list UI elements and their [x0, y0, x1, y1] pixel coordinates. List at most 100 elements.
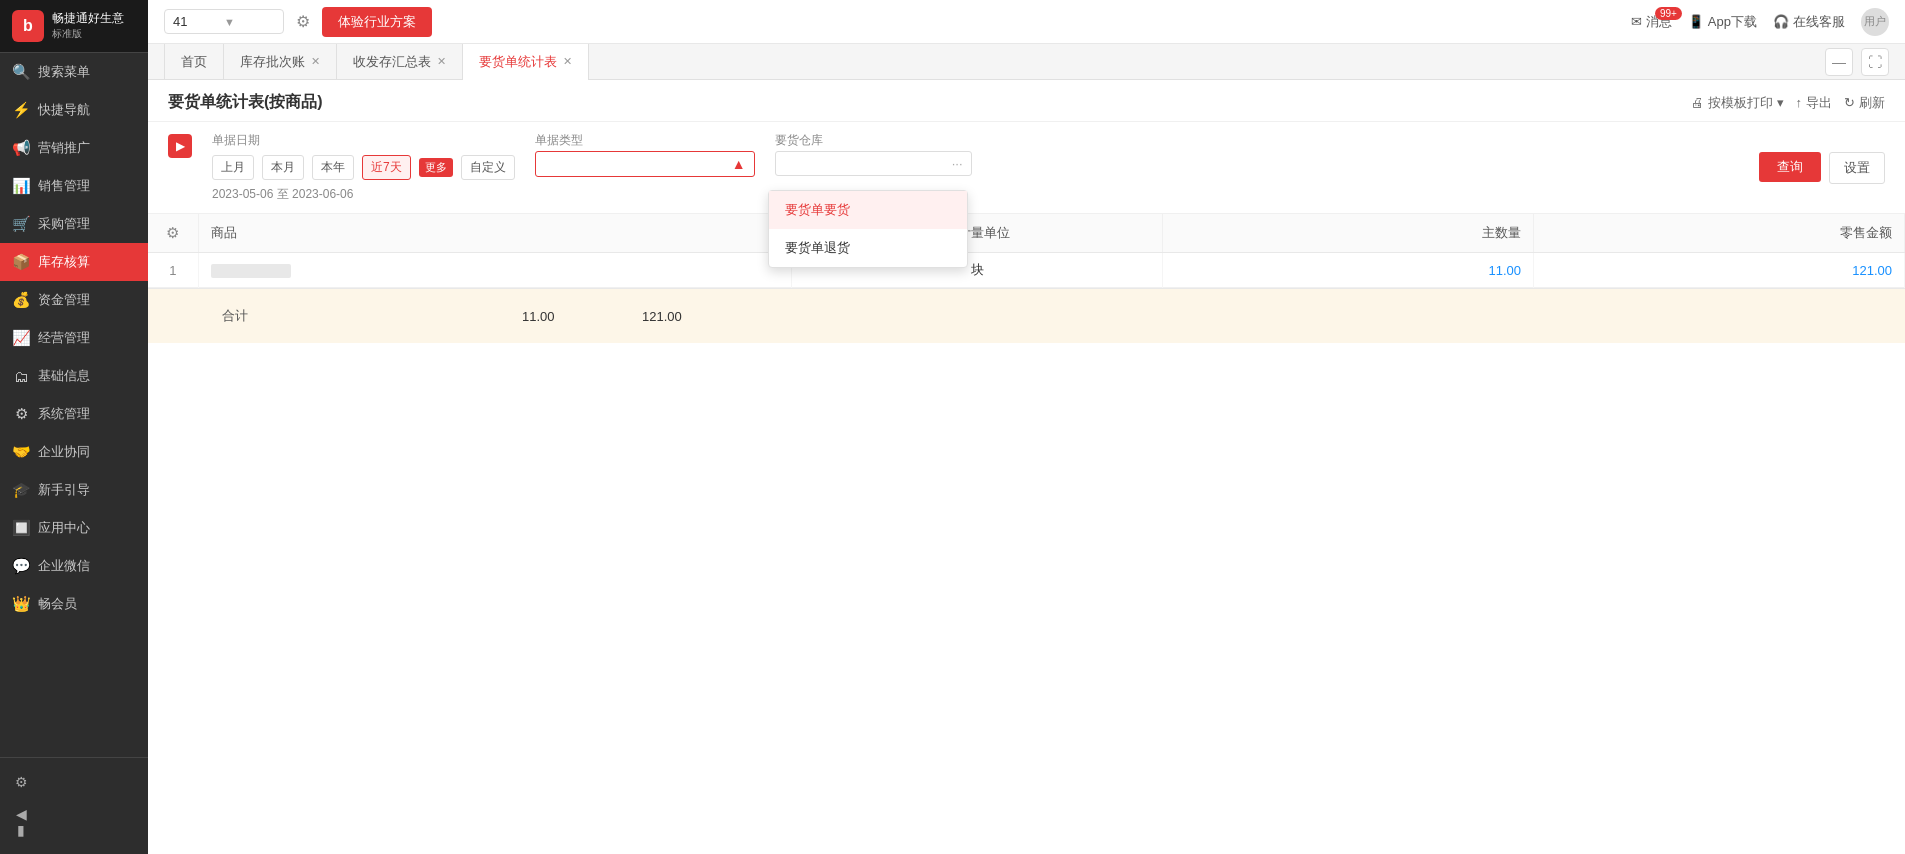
warehouse-filter-label: 要货仓库	[775, 132, 972, 149]
appcenter-icon: 🔲	[12, 519, 30, 537]
tab-fullscreen-button[interactable]: ⛶	[1861, 48, 1889, 76]
date-btn-this-month[interactable]: 本月	[262, 155, 304, 180]
date-more-tag[interactable]: 更多	[419, 158, 453, 177]
dropdown-item-return[interactable]: 要货单退货	[769, 229, 967, 267]
sidebar-item-label: 新手引导	[38, 481, 90, 499]
filter-expand-button[interactable]: ▶	[168, 134, 192, 158]
sidebar-item-label: 畅会员	[38, 595, 77, 613]
sidebar-item-member[interactable]: 👑 畅会员	[0, 585, 148, 623]
type-filter-input-wrap: ▲	[535, 151, 755, 177]
date-btn-this-year[interactable]: 本年	[312, 155, 354, 180]
page-container: 要货单统计表(按商品) 🖨 按模板打印 ▾ ↑ 导出 ↻ 刷新	[148, 80, 1905, 854]
date-btn-7days[interactable]: 近7天	[362, 155, 411, 180]
company-selector[interactable]: 41 ▼	[164, 9, 284, 34]
chevron-down-icon: ▼	[224, 16, 275, 28]
avatar-placeholder: 用户	[1864, 14, 1886, 29]
sidebar-item-quicknav[interactable]: ⚡ 快捷导航	[0, 91, 148, 129]
online-service-item[interactable]: 🎧 在线客服	[1773, 13, 1845, 31]
service-icon: 🎧	[1773, 14, 1789, 29]
sidebar-item-finance[interactable]: 💰 资金管理	[0, 281, 148, 319]
tab-order-stats[interactable]: 要货单统计表 ✕	[463, 44, 589, 80]
sidebar-item-label: 资金管理	[38, 291, 90, 309]
row-index: 1	[148, 253, 198, 288]
export-label: 导出	[1806, 94, 1832, 112]
sidebar-item-search[interactable]: 🔍 搜索菜单	[0, 53, 148, 91]
row-qty: 11.00	[1163, 253, 1534, 288]
sidebar-item-system[interactable]: ⚙ 系统管理	[0, 395, 148, 433]
sidebar-item-enterprise[interactable]: 🤝 企业协同	[0, 433, 148, 471]
footer-qty: 11.00	[510, 301, 630, 332]
tab-receivable[interactable]: 收发存汇总表 ✕	[337, 44, 463, 80]
tab-receivable-close[interactable]: ✕	[437, 55, 446, 68]
col-settings-header[interactable]: ⚙	[148, 214, 198, 253]
type-filter-label: 单据类型	[535, 132, 755, 149]
main-area: 41 ▼ ⚙ 体验行业方案 ✉ 消息 99+ 📱 App下载 🎧 在线客服 用户	[148, 0, 1905, 854]
date-btn-custom[interactable]: 自定义	[461, 155, 515, 180]
warehouse-more-icon[interactable]: ···	[952, 156, 963, 171]
search-icon: 🔍	[12, 63, 30, 81]
tab-home[interactable]: 首页	[164, 44, 224, 80]
sidebar-item-guide[interactable]: 🎓 新手引导	[0, 471, 148, 509]
tab-order-stats-close[interactable]: ✕	[563, 55, 572, 68]
type-filter-input[interactable]	[544, 157, 732, 172]
tab-minimize-button[interactable]: —	[1825, 48, 1853, 76]
operations-icon: 📈	[12, 329, 30, 347]
sidebar-item-label: 企业协同	[38, 443, 90, 461]
system-icon: ⚙	[12, 405, 30, 423]
basic-icon: 🗂	[12, 368, 30, 385]
tab-inventory-batch[interactable]: 库存批次账 ✕	[224, 44, 337, 80]
sidebar-item-basic[interactable]: 🗂 基础信息	[0, 357, 148, 395]
tab-inventory-batch-close[interactable]: ✕	[311, 55, 320, 68]
row-product	[198, 253, 792, 288]
sidebar-item-operations[interactable]: 📈 经营管理	[0, 319, 148, 357]
col-product-header: 商品	[198, 214, 792, 253]
query-button[interactable]: 查询	[1759, 152, 1821, 182]
tab-actions: — ⛶	[1825, 48, 1889, 76]
settings-icon: ⚙	[12, 774, 30, 790]
qty-link[interactable]: 11.00	[1488, 263, 1521, 278]
date-filter-group: 单据日期 上月 本月 本年 近7天 更多 自定义 2023-05-06 至 20…	[212, 132, 515, 203]
topbar-right: ✉ 消息 99+ 📱 App下载 🎧 在线客服 用户	[1631, 8, 1889, 36]
sidebar-item-wechat[interactable]: 💬 企业微信	[0, 547, 148, 585]
sidebar-item-purchase[interactable]: 🛒 采购管理	[0, 205, 148, 243]
guide-icon: 🎓	[12, 481, 30, 499]
page-header-actions: 🖨 按模板打印 ▾ ↑ 导出 ↻ 刷新	[1691, 94, 1886, 112]
app-download-item[interactable]: 📱 App下载	[1688, 13, 1757, 31]
sidebar-item-inventory[interactable]: 📦 库存核算	[0, 243, 148, 281]
online-service-label: 在线客服	[1793, 13, 1845, 31]
sidebar-bottom-collapse[interactable]: ◀ ▮	[0, 798, 148, 846]
messages-item[interactable]: ✉ 消息 99+	[1631, 13, 1672, 31]
dropdown-item-order[interactable]: 要货单要货	[769, 191, 967, 229]
sidebar-item-sales[interactable]: 📊 销售管理	[0, 167, 148, 205]
export-action[interactable]: ↑ 导出	[1796, 94, 1833, 112]
sidebar-item-label: 库存核算	[38, 253, 90, 271]
collapse-icon: ◀ ▮	[12, 806, 30, 838]
print-action[interactable]: 🖨 按模板打印 ▾	[1691, 94, 1784, 112]
table-settings-icon[interactable]: ⚙	[166, 224, 179, 241]
tabbar: 首页 库存批次账 ✕ 收发存汇总表 ✕ 要货单统计表 ✕ — ⛶	[148, 44, 1905, 80]
sidebar-item-label: 应用中心	[38, 519, 90, 537]
amount-link[interactable]: 121.00	[1852, 263, 1892, 278]
filter-settings-button[interactable]: 设置	[1829, 152, 1885, 184]
user-avatar[interactable]: 用户	[1861, 8, 1889, 36]
print-icon: 🖨	[1691, 95, 1704, 110]
type-filter-arrow-icon[interactable]: ▲	[732, 156, 746, 172]
sidebar-item-appcenter[interactable]: 🔲 应用中心	[0, 509, 148, 547]
date-btn-prev-month[interactable]: 上月	[212, 155, 254, 180]
app-download-label: App下载	[1708, 13, 1757, 31]
member-icon: 👑	[12, 595, 30, 613]
table-wrap: ⚙ 商品 主计量单位 主数量 零	[148, 214, 1905, 343]
sidebar-item-marketing[interactable]: 📢 营销推广	[0, 129, 148, 167]
refresh-label: 刷新	[1859, 94, 1885, 112]
sidebar-bottom-settings[interactable]: ⚙	[0, 766, 148, 798]
logo-brand: 畅捷通好生意	[52, 11, 124, 27]
print-expand-icon: ▾	[1777, 95, 1784, 110]
product-placeholder	[211, 264, 291, 278]
topbar-gear-icon[interactable]: ⚙	[296, 12, 310, 31]
sales-icon: 📊	[12, 177, 30, 195]
refresh-action[interactable]: ↻ 刷新	[1844, 94, 1885, 112]
wechat-icon: 💬	[12, 557, 30, 575]
sidebar-item-label: 基础信息	[38, 367, 90, 385]
trial-button[interactable]: 体验行业方案	[322, 7, 432, 37]
warehouse-filter-input[interactable]	[784, 156, 952, 171]
